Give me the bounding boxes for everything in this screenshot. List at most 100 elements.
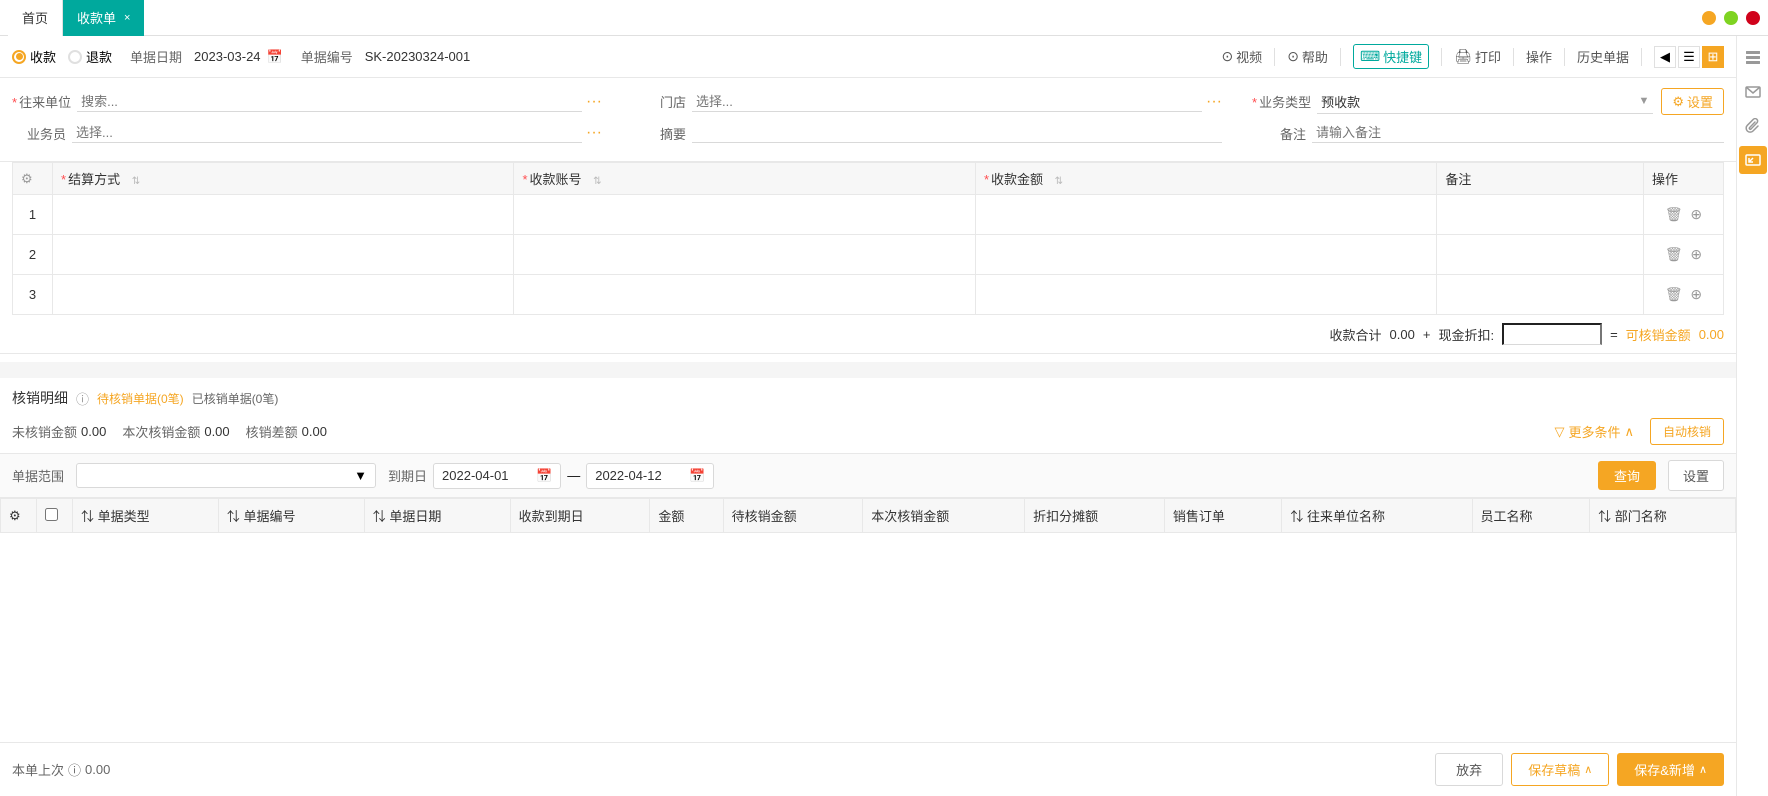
help-icon: ⊙ <box>1287 48 1299 65</box>
prev-view-icon[interactable]: ◀ <box>1654 46 1676 68</box>
section-header: 核销明细 ⓘ 待核销单据(0笔) 已核销单据(0笔) <box>0 378 1736 414</box>
cell-remark-3[interactable] <box>1437 275 1644 315</box>
col-gear[interactable]: ⚙ <box>13 163 53 195</box>
list-view-icon[interactable]: ☰ <box>1678 46 1700 68</box>
shortcut-icon: ⌨ <box>1360 48 1380 65</box>
pending-link[interactable]: 待核销单据(0笔) <box>97 390 184 407</box>
sort-icon-dept: ⇅ <box>1598 509 1611 524</box>
sort-icon-doc-type: ⇅ <box>81 509 94 524</box>
cell-account-2[interactable] <box>514 235 975 275</box>
save-new-btn[interactable]: 保存&新增 ∧ <box>1617 753 1724 786</box>
receipt-radio[interactable]: 收款 <box>12 47 56 66</box>
delete-icon-1[interactable]: 🗑 <box>1665 206 1683 222</box>
ops-btn[interactable]: 操作 <box>1526 47 1552 66</box>
staff-input[interactable] <box>72 123 582 143</box>
gear-icon: ⚙ <box>1672 94 1684 110</box>
cell-account-3[interactable] <box>514 275 975 315</box>
cell-amount-1[interactable] <box>975 195 1436 235</box>
store-group: 门店 ··· <box>632 92 1222 112</box>
ops-label: 操作 <box>1526 47 1552 66</box>
discount-label: 现金折扣: <box>1438 325 1494 344</box>
settle-divider <box>0 362 1736 378</box>
receipt-radio-dot <box>12 50 26 64</box>
close-btn[interactable] <box>1746 11 1760 25</box>
date-from-field[interactable] <box>442 468 532 483</box>
help-btn[interactable]: ⊙ 帮助 <box>1287 47 1328 66</box>
maximize-btn[interactable] <box>1724 11 1738 25</box>
check-all-checkbox[interactable] <box>45 508 58 521</box>
cell-remark-2[interactable] <box>1437 235 1644 275</box>
table-section: ⚙ 结算方式 ⇅ 收款账号 ⇅ 收款金额 <box>0 162 1736 315</box>
from-unit-input[interactable] <box>77 92 582 112</box>
date-range-sep: — <box>567 468 580 483</box>
calendar-icon[interactable]: 📅 <box>267 49 283 65</box>
gear-icon-2[interactable]: ⚙ <box>9 508 21 523</box>
history-btn[interactable]: 历史单据 <box>1577 47 1629 66</box>
filter-settings-btn[interactable]: 设置 <box>1668 460 1724 491</box>
abandon-btn[interactable]: 放弃 <box>1435 753 1503 786</box>
sort-icon-1: ⇅ <box>132 176 140 187</box>
top-toolbar: 收款 退款 单据日期 2023-03-24 📅 单据编号 SK-20230324… <box>0 36 1736 78</box>
copy-icon-3[interactable]: ⊕ <box>1690 286 1702 302</box>
sort-icon-doc-no: ⇅ <box>227 509 240 524</box>
save-draft-btn[interactable]: 保存草稿 ∧ <box>1511 753 1609 786</box>
doc-no-value: SK-20230324-001 <box>365 49 471 64</box>
shortcut-btn[interactable]: ⌨ 快捷键 <box>1353 44 1429 69</box>
sidebar-capture-icon[interactable] <box>1739 146 1767 174</box>
cal-icon-1[interactable]: 📅 <box>536 468 552 484</box>
biz-type-select[interactable]: 预收款 ▼ <box>1317 90 1653 114</box>
discount-input[interactable] <box>1502 323 1602 345</box>
doc-type-label: 单据类型 <box>98 509 150 524</box>
cell-amount-2[interactable] <box>975 235 1436 275</box>
auto-settle-btn[interactable]: 自动核销 <box>1650 418 1724 445</box>
cell-account-1[interactable] <box>514 195 975 235</box>
cell-remark-1[interactable] <box>1437 195 1644 235</box>
cell-settle-2[interactable] <box>53 235 514 275</box>
remark-input[interactable] <box>1312 123 1724 143</box>
divider-1 <box>1274 48 1275 66</box>
col-doc-no: ⇅ 单据编号 <box>218 499 364 533</box>
table-settings-gear[interactable]: ⚙ <box>21 171 33 186</box>
settle-info-icon[interactable]: ⓘ <box>76 389 89 408</box>
date-to-input[interactable]: 📅 <box>586 463 714 489</box>
copy-icon-2[interactable]: ⊕ <box>1690 246 1702 262</box>
settings-btn[interactable]: ⚙ 设置 <box>1661 88 1724 115</box>
store-input[interactable] <box>692 92 1202 112</box>
sidebar-email-icon[interactable] <box>1739 78 1767 106</box>
query-btn[interactable]: 查询 <box>1598 461 1656 490</box>
cell-settle-3[interactable] <box>53 275 514 315</box>
delete-icon-2[interactable]: 🗑 <box>1665 246 1683 262</box>
prev-value: 0.00 <box>85 762 110 777</box>
summary-input[interactable] <box>692 123 1222 143</box>
view-icons: ◀ ☰ ⊞ <box>1654 46 1724 68</box>
col-doc-type: ⇅ 单据类型 <box>73 499 219 533</box>
minimize-btn[interactable] <box>1702 11 1716 25</box>
print-btn[interactable]: 🖨 打印 <box>1454 47 1501 66</box>
total-label: 收款合计 <box>1330 325 1382 344</box>
video-btn[interactable]: ⊙ 视频 <box>1221 47 1262 66</box>
save-draft-label: 保存草稿 <box>1528 760 1580 779</box>
date-from-input[interactable]: 📅 <box>433 463 561 489</box>
done-link[interactable]: 已核销单据(0笔) <box>192 390 279 407</box>
staff-more-btn[interactable]: ··· <box>586 124 602 142</box>
delete-icon-3[interactable]: 🗑 <box>1665 286 1683 302</box>
cell-settle-1[interactable] <box>53 195 514 235</box>
more-filter-btn[interactable]: ▽ 更多条件 ∧ <box>1554 422 1634 441</box>
cell-ops-2: 🗑 ⊕ <box>1644 235 1724 275</box>
sidebar-table-icon[interactable] <box>1739 44 1767 72</box>
range-select[interactable]: ▼ <box>76 463 376 488</box>
from-unit-more-btn[interactable]: ··· <box>586 93 602 111</box>
cell-amount-3[interactable] <box>975 275 1436 315</box>
refund-radio[interactable]: 退款 <box>68 47 112 66</box>
copy-icon-1[interactable]: ⊕ <box>1690 206 1702 222</box>
sidebar-attachment-icon[interactable] <box>1739 112 1767 140</box>
tab-receipt[interactable]: 收款单 × <box>63 0 144 36</box>
tab-close-icon[interactable]: × <box>124 12 130 24</box>
col-dept-name: ⇅ 部门名称 <box>1590 499 1736 533</box>
store-more-btn[interactable]: ··· <box>1206 93 1222 111</box>
grid-view-icon[interactable]: ⊞ <box>1702 46 1724 68</box>
date-to-field[interactable] <box>595 468 685 483</box>
cal-icon-2[interactable]: 📅 <box>689 468 705 484</box>
col-check-all[interactable] <box>37 499 73 533</box>
tab-home[interactable]: 首页 <box>8 0 63 36</box>
